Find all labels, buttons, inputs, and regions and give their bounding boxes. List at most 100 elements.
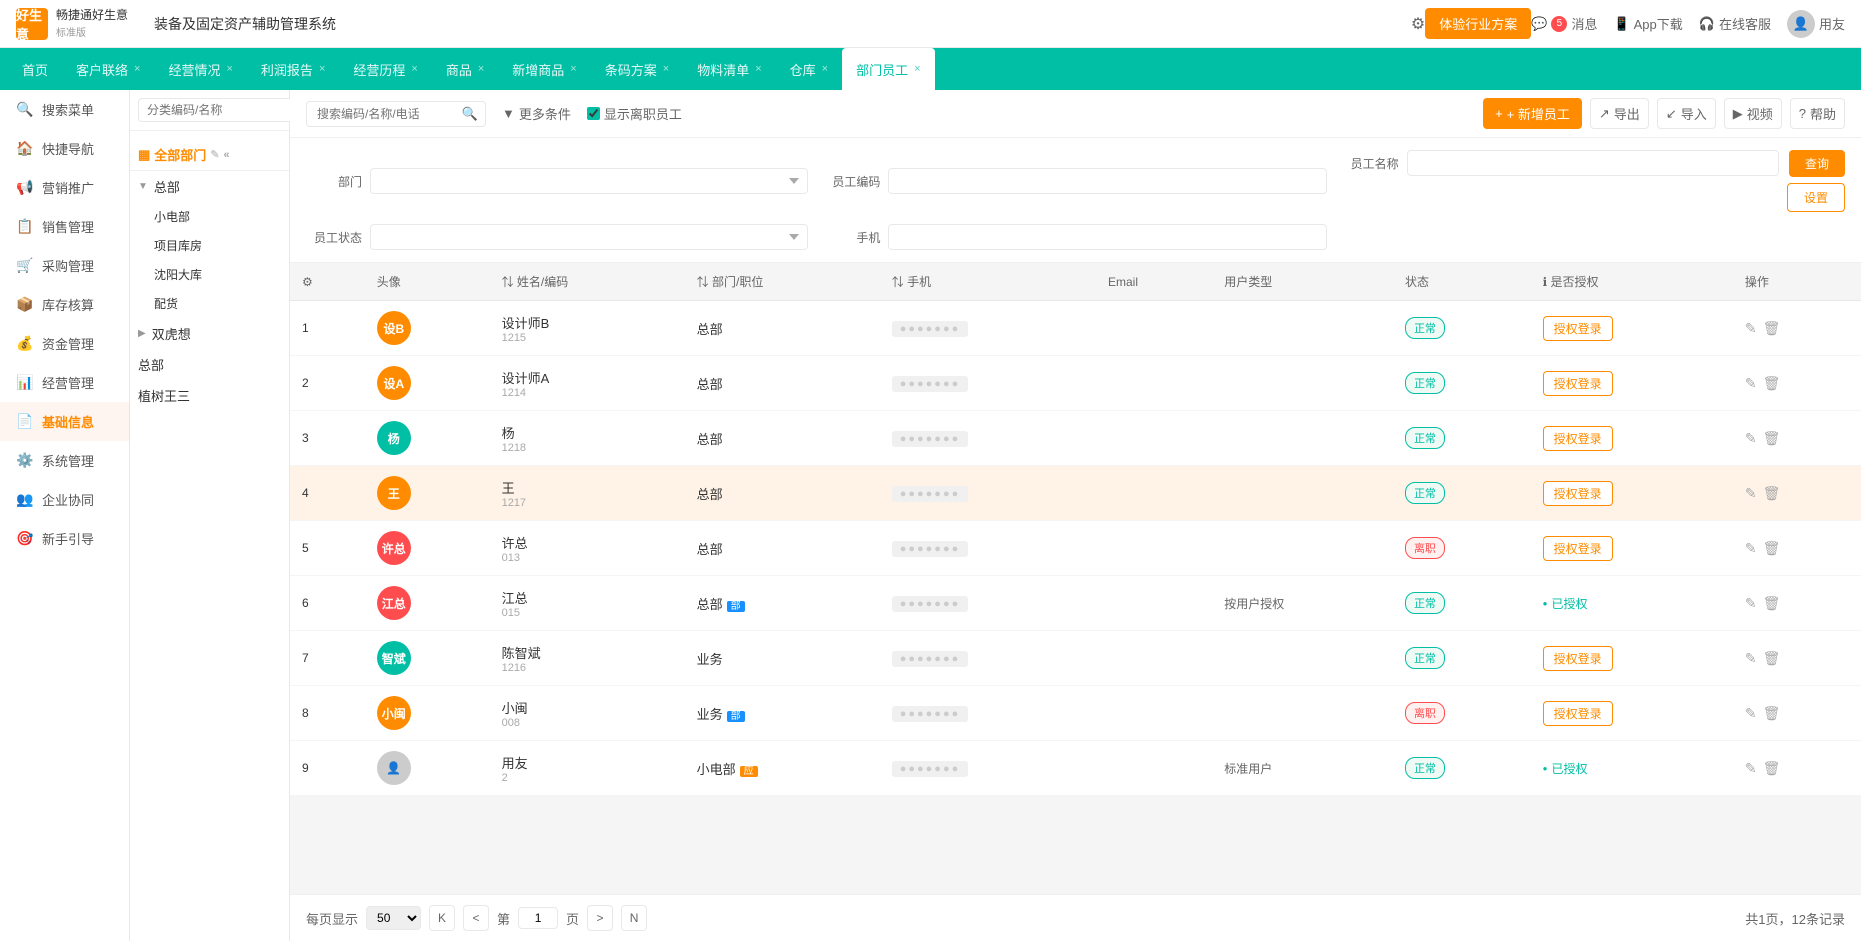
message-button[interactable]: 💬 5 消息 [1531, 14, 1597, 33]
trial-button[interactable]: 体验行业方案 [1425, 8, 1531, 39]
delete-button[interactable]: 🗑 [1763, 705, 1781, 722]
all-dept-header[interactable]: ▦ 全部部门 ✎ « [130, 139, 289, 171]
th-phone[interactable]: ⇅ 手机 [880, 263, 1096, 301]
delete-button[interactable]: 🗑 [1763, 485, 1781, 502]
dept-filter-select[interactable] [370, 168, 808, 194]
auth-button[interactable]: 授权登录 [1543, 646, 1613, 671]
edit-button[interactable]: ✎ [1745, 430, 1757, 447]
page-number-input[interactable] [518, 907, 558, 929]
app-download-button[interactable]: 📱 App下载 [1613, 14, 1682, 33]
edit-button[interactable]: ✎ [1745, 705, 1757, 722]
last-page-button[interactable]: N [621, 905, 647, 931]
th-settings[interactable]: ⚙ [290, 263, 365, 301]
dept-search-input[interactable] [138, 98, 311, 122]
delete-button[interactable]: 🗑 [1763, 375, 1781, 392]
per-page-select[interactable]: 50 20 100 [366, 906, 421, 930]
auth-button[interactable]: 授权登录 [1543, 701, 1613, 726]
edit-button[interactable]: ✎ [1745, 650, 1757, 667]
tab-customer[interactable]: 客户联络 × [62, 48, 154, 90]
tab-profit[interactable]: 利润报告 × [247, 48, 339, 90]
sidebar-item-marketing[interactable]: 📢 营销推广 [0, 168, 129, 207]
delete-button[interactable]: 🗑 [1763, 760, 1781, 777]
online-service-button[interactable]: 🎧 在线客服 [1699, 14, 1771, 33]
tab-operation[interactable]: 经营情况 × [154, 48, 246, 90]
edit-button[interactable]: ✎ [1745, 540, 1757, 557]
edit-button[interactable]: ✎ [1745, 320, 1757, 337]
sidebar-item-collab[interactable]: 👥 企业协同 [0, 480, 129, 519]
close-icon[interactable]: × [134, 63, 140, 75]
sidebar-item-purchase[interactable]: 🛒 采购管理 [0, 246, 129, 285]
dept-node-zongbu2[interactable]: 总部 [130, 349, 289, 380]
delete-button[interactable]: 🗑 [1763, 595, 1781, 612]
auth-button[interactable]: 授权登录 [1543, 536, 1613, 561]
close-icon[interactable]: × [411, 63, 417, 75]
resigned-checkbox-input[interactable] [587, 107, 600, 120]
search-input[interactable] [306, 101, 486, 127]
add-employee-button[interactable]: + + 新增员工 [1483, 98, 1582, 129]
sidebar-item-finance[interactable]: 💰 资金管理 [0, 324, 129, 363]
next-page-button[interactable]: > [587, 905, 613, 931]
set-button[interactable]: 设置 [1787, 183, 1845, 212]
more-conditions-button[interactable]: ▼ 更多条件 [494, 99, 579, 128]
collapse-dept-icon[interactable]: « [224, 149, 230, 161]
dept-node-shenyangdaku[interactable]: 沈阳大库 [130, 260, 289, 289]
tab-material[interactable]: 物料清单 × [683, 48, 775, 90]
auth-button[interactable]: 授权登录 [1543, 481, 1613, 506]
help-button[interactable]: ? 帮助 [1790, 98, 1845, 129]
sidebar-item-guide[interactable]: 🎯 新手引导 [0, 519, 129, 558]
edit-button[interactable]: ✎ [1745, 760, 1757, 777]
dept-node-zongbu-root[interactable]: ▼ 总部 [130, 171, 289, 202]
export-button[interactable]: ↗ 导出 [1590, 98, 1649, 129]
auth-button[interactable]: 授权登录 [1543, 371, 1613, 396]
phone-filter-input[interactable] [888, 224, 1326, 250]
edit-button[interactable]: ✎ [1745, 595, 1757, 612]
sidebar-item-inventory[interactable]: 📦 库存核算 [0, 285, 129, 324]
close-icon[interactable]: × [478, 63, 484, 75]
th-name[interactable]: ⇅ 姓名/编码 [490, 263, 685, 301]
status-filter-select[interactable] [370, 224, 808, 250]
first-page-button[interactable]: K [429, 905, 455, 931]
auth-button[interactable]: 授权登录 [1543, 316, 1613, 341]
show-resigned-checkbox[interactable]: 显示离职员工 [587, 104, 682, 123]
sidebar-item-sales[interactable]: 📋 销售管理 [0, 207, 129, 246]
import-button[interactable]: ↙ 导入 [1657, 98, 1716, 129]
sidebar-item-business[interactable]: 📊 经营管理 [0, 363, 129, 402]
query-button[interactable]: 查询 [1789, 150, 1845, 177]
close-icon[interactable]: × [755, 63, 761, 75]
sidebar-item-quicknav[interactable]: 🏠 快捷导航 [0, 129, 129, 168]
delete-button[interactable]: 🗑 [1763, 650, 1781, 667]
edit-icon[interactable]: ✎ [210, 148, 219, 161]
edit-button[interactable]: ✎ [1745, 485, 1757, 502]
tab-barcode[interactable]: 条码方案 × [591, 48, 683, 90]
code-filter-input[interactable] [888, 168, 1326, 194]
dept-node-zhishuwangsan[interactable]: 植树王三 [130, 380, 289, 411]
tab-employee[interactable]: 部门员工 × [842, 48, 934, 90]
delete-button[interactable]: 🗑 [1763, 430, 1781, 447]
auth-button[interactable]: 授权登录 [1543, 426, 1613, 451]
tab-goods[interactable]: 商品 × [432, 48, 498, 90]
delete-button[interactable]: 🗑 [1763, 540, 1781, 557]
close-icon[interactable]: × [570, 63, 576, 75]
prev-page-button[interactable]: < [463, 905, 489, 931]
sidebar-item-search[interactable]: 🔍 搜索菜单 [0, 90, 129, 129]
close-icon[interactable]: × [226, 63, 232, 75]
dept-node-xiaodibu[interactable]: 小电部 [130, 202, 289, 231]
close-icon[interactable]: × [319, 63, 325, 75]
tab-history[interactable]: 经营历程 × [339, 48, 431, 90]
tab-warehouse[interactable]: 仓库 × [776, 48, 842, 90]
edit-button[interactable]: ✎ [1745, 375, 1757, 392]
gear-icon[interactable]: ⚙ [1411, 14, 1425, 34]
close-icon[interactable]: × [663, 63, 669, 75]
close-icon[interactable]: × [822, 63, 828, 75]
dept-node-peihuo[interactable]: 配货 [130, 289, 289, 318]
sidebar-item-basic[interactable]: 📄 基础信息 [0, 402, 129, 441]
tab-home[interactable]: 首页 [8, 48, 62, 90]
th-dept[interactable]: ⇅ 部门/职位 [685, 263, 880, 301]
sidebar-item-system[interactable]: ⚙️ 系统管理 [0, 441, 129, 480]
close-icon[interactable]: × [914, 63, 920, 75]
delete-button[interactable]: 🗑 [1763, 320, 1781, 337]
view-button[interactable]: ▶ 视频 [1724, 98, 1782, 129]
tab-new-goods[interactable]: 新增商品 × [498, 48, 590, 90]
dept-node-shuanghuxiang[interactable]: ▶ 双虎想 [130, 318, 289, 349]
user-area[interactable]: 👤 用友 [1787, 10, 1845, 38]
